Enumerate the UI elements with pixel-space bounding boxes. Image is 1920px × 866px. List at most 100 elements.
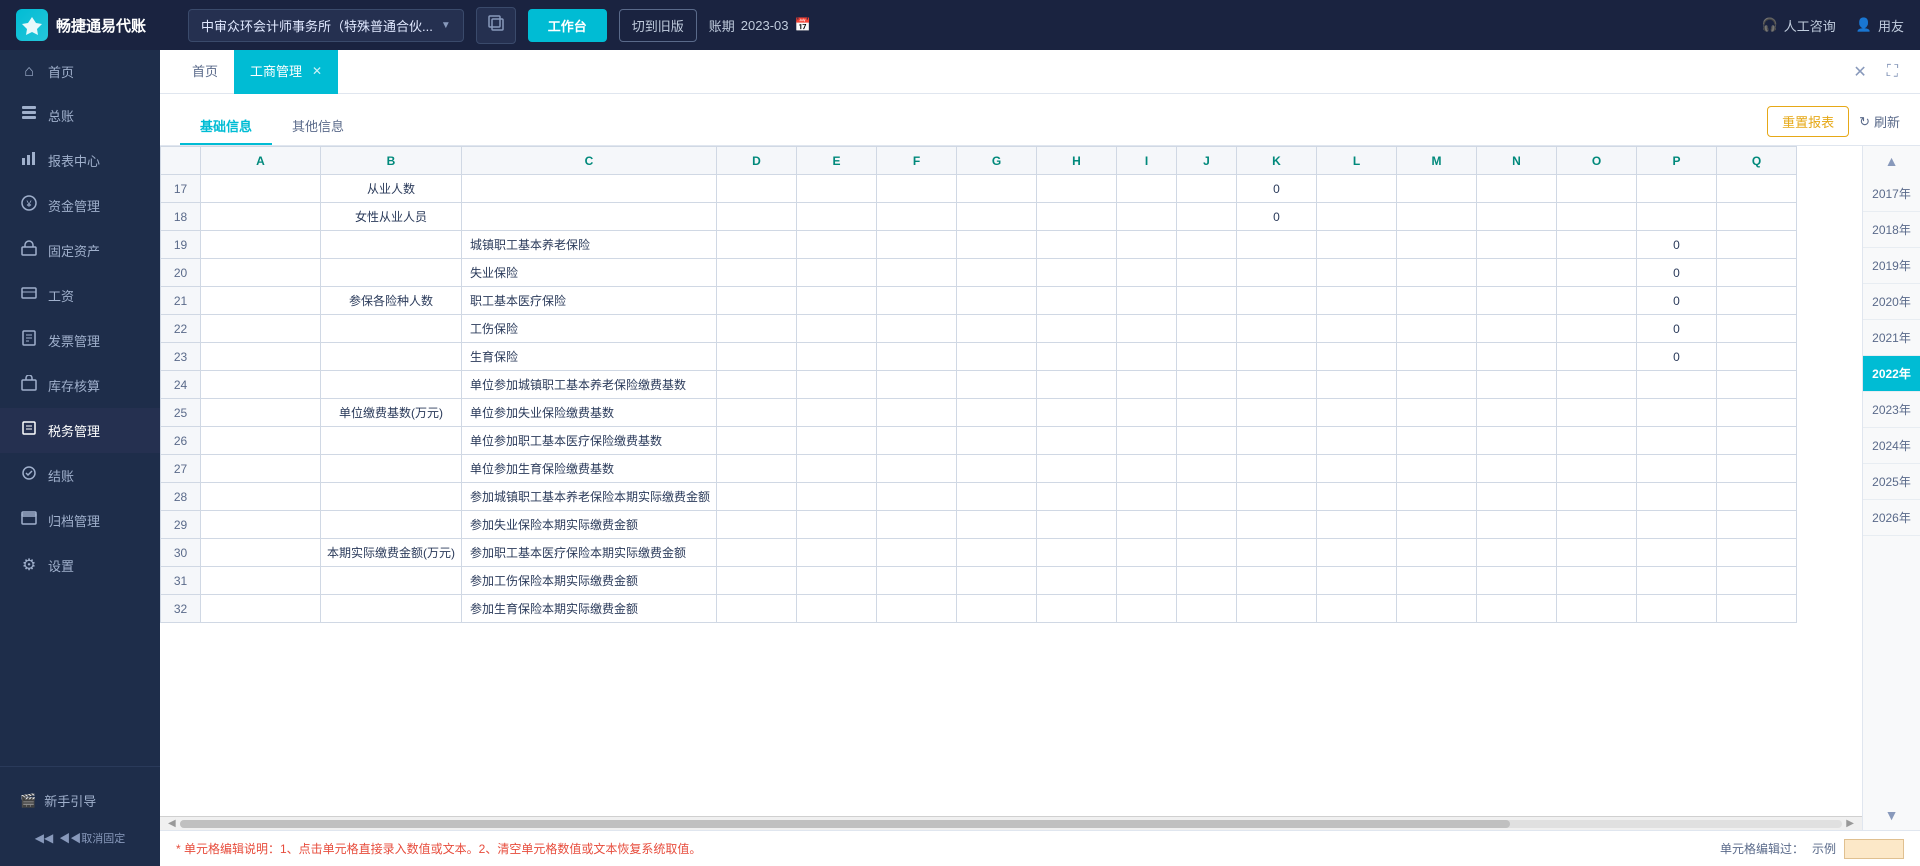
sub-tab-basic[interactable]: 基础信息 [180, 108, 272, 145]
cell-empty[interactable] [957, 259, 1037, 287]
cell-k[interactable] [1237, 315, 1317, 343]
cell-empty[interactable] [717, 315, 797, 343]
cell-empty[interactable] [797, 511, 877, 539]
cell-empty[interactable] [1477, 539, 1557, 567]
cell-empty[interactable] [797, 259, 877, 287]
cell-c[interactable]: 失业保险 [462, 259, 717, 287]
cell-a[interactable] [201, 315, 321, 343]
year-item[interactable]: 2021年 [1863, 320, 1920, 356]
window-close-button[interactable]: ✕ [1847, 58, 1872, 86]
cell-empty[interactable] [877, 315, 957, 343]
cell-c[interactable]: 参加职工基本医疗保险本期实际缴费金额 [462, 539, 717, 567]
cell-empty[interactable] [1037, 343, 1117, 371]
cell-empty[interactable] [717, 427, 797, 455]
newbie-guide-button[interactable]: 🎬 新手引导 [0, 779, 160, 822]
cell-empty[interactable] [1177, 343, 1237, 371]
cell-q[interactable] [1717, 315, 1797, 343]
cell-k[interactable] [1237, 511, 1317, 539]
cell-empty[interactable] [1117, 511, 1177, 539]
cell-a[interactable] [201, 371, 321, 399]
cell-p[interactable] [1637, 455, 1717, 483]
cell-empty[interactable] [877, 567, 957, 595]
cell-p[interactable] [1637, 399, 1717, 427]
cell-empty[interactable] [717, 343, 797, 371]
cell-q[interactable] [1717, 371, 1797, 399]
cell-empty[interactable] [957, 175, 1037, 203]
cell-empty[interactable] [797, 203, 877, 231]
cell-empty[interactable] [1177, 455, 1237, 483]
cell-empty[interactable] [717, 483, 797, 511]
sidebar-pin-button[interactable]: ◀◀ ◀◀取消固定 [0, 822, 160, 854]
cell-empty[interactable] [957, 371, 1037, 399]
cell-a[interactable] [201, 539, 321, 567]
cell-empty[interactable] [877, 371, 957, 399]
horizontal-scrollbar[interactable]: ◀ ▶ [160, 816, 1862, 830]
cell-empty[interactable] [877, 483, 957, 511]
cell-q[interactable] [1717, 203, 1797, 231]
cell-empty[interactable] [1117, 595, 1177, 623]
cell-empty[interactable] [1477, 455, 1557, 483]
cell-empty[interactable] [1317, 567, 1397, 595]
cell-p[interactable]: 0 [1637, 287, 1717, 315]
cell-b[interactable] [321, 315, 462, 343]
cell-b[interactable] [321, 259, 462, 287]
cell-b[interactable] [321, 483, 462, 511]
window-expand-button[interactable]: ⛶ [1881, 59, 1904, 85]
cell-q[interactable] [1717, 483, 1797, 511]
cell-empty[interactable] [717, 231, 797, 259]
cell-a[interactable] [201, 287, 321, 315]
cell-empty[interactable] [1037, 567, 1117, 595]
cell-c[interactable]: 单位参加生育保险缴费基数 [462, 455, 717, 483]
sidebar-item-capital[interactable]: ¥ 资金管理 [0, 183, 160, 228]
cell-empty[interactable] [1397, 343, 1477, 371]
cell-empty[interactable] [1557, 595, 1637, 623]
cell-empty[interactable] [717, 595, 797, 623]
year-panel-up-button[interactable]: ▲ [1863, 146, 1920, 176]
cell-a[interactable] [201, 567, 321, 595]
cell-k[interactable] [1237, 483, 1317, 511]
cell-empty[interactable] [1117, 371, 1177, 399]
cell-p[interactable] [1637, 511, 1717, 539]
cell-empty[interactable] [877, 343, 957, 371]
cell-p[interactable] [1637, 175, 1717, 203]
cell-p[interactable]: 0 [1637, 259, 1717, 287]
cell-empty[interactable] [1037, 203, 1117, 231]
cell-empty[interactable] [1317, 203, 1397, 231]
cell-q[interactable] [1717, 287, 1797, 315]
copy-company-button[interactable] [476, 7, 516, 44]
cell-c[interactable]: 工伤保险 [462, 315, 717, 343]
cell-empty[interactable] [1177, 203, 1237, 231]
cell-empty[interactable] [717, 399, 797, 427]
cell-empty[interactable] [1037, 539, 1117, 567]
cell-empty[interactable] [1177, 539, 1237, 567]
cell-empty[interactable] [797, 595, 877, 623]
cell-c[interactable]: 参加城镇职工基本养老保险本期实际缴费金额 [462, 483, 717, 511]
cell-empty[interactable] [1557, 483, 1637, 511]
cell-empty[interactable] [1117, 483, 1177, 511]
cell-b[interactable] [321, 455, 462, 483]
sidebar-item-invoice[interactable]: 发票管理 [0, 318, 160, 363]
cell-empty[interactable] [1317, 259, 1397, 287]
cell-empty[interactable] [1177, 175, 1237, 203]
cell-empty[interactable] [1557, 567, 1637, 595]
cell-c[interactable]: 单位参加城镇职工基本养老保险缴费基数 [462, 371, 717, 399]
cell-b[interactable]: 本期实际缴费金额(万元) [321, 539, 462, 567]
cell-empty[interactable] [1477, 371, 1557, 399]
cell-empty[interactable] [1177, 287, 1237, 315]
sidebar-item-home[interactable]: ⌂ 首页 [0, 50, 160, 93]
cell-empty[interactable] [1317, 455, 1397, 483]
cell-b[interactable] [321, 567, 462, 595]
cell-q[interactable] [1717, 427, 1797, 455]
cell-empty[interactable] [957, 287, 1037, 315]
cell-empty[interactable] [1037, 175, 1117, 203]
cell-empty[interactable] [877, 427, 957, 455]
cell-empty[interactable] [957, 343, 1037, 371]
cell-empty[interactable] [877, 259, 957, 287]
cell-empty[interactable] [1477, 399, 1557, 427]
cell-a[interactable] [201, 203, 321, 231]
cell-empty[interactable] [957, 595, 1037, 623]
tab-close-icon[interactable]: ✕ [312, 64, 322, 78]
sidebar-item-settings[interactable]: ⚙ 设置 [0, 543, 160, 587]
calendar-icon[interactable]: 📅 [795, 17, 811, 33]
cell-k[interactable] [1237, 427, 1317, 455]
